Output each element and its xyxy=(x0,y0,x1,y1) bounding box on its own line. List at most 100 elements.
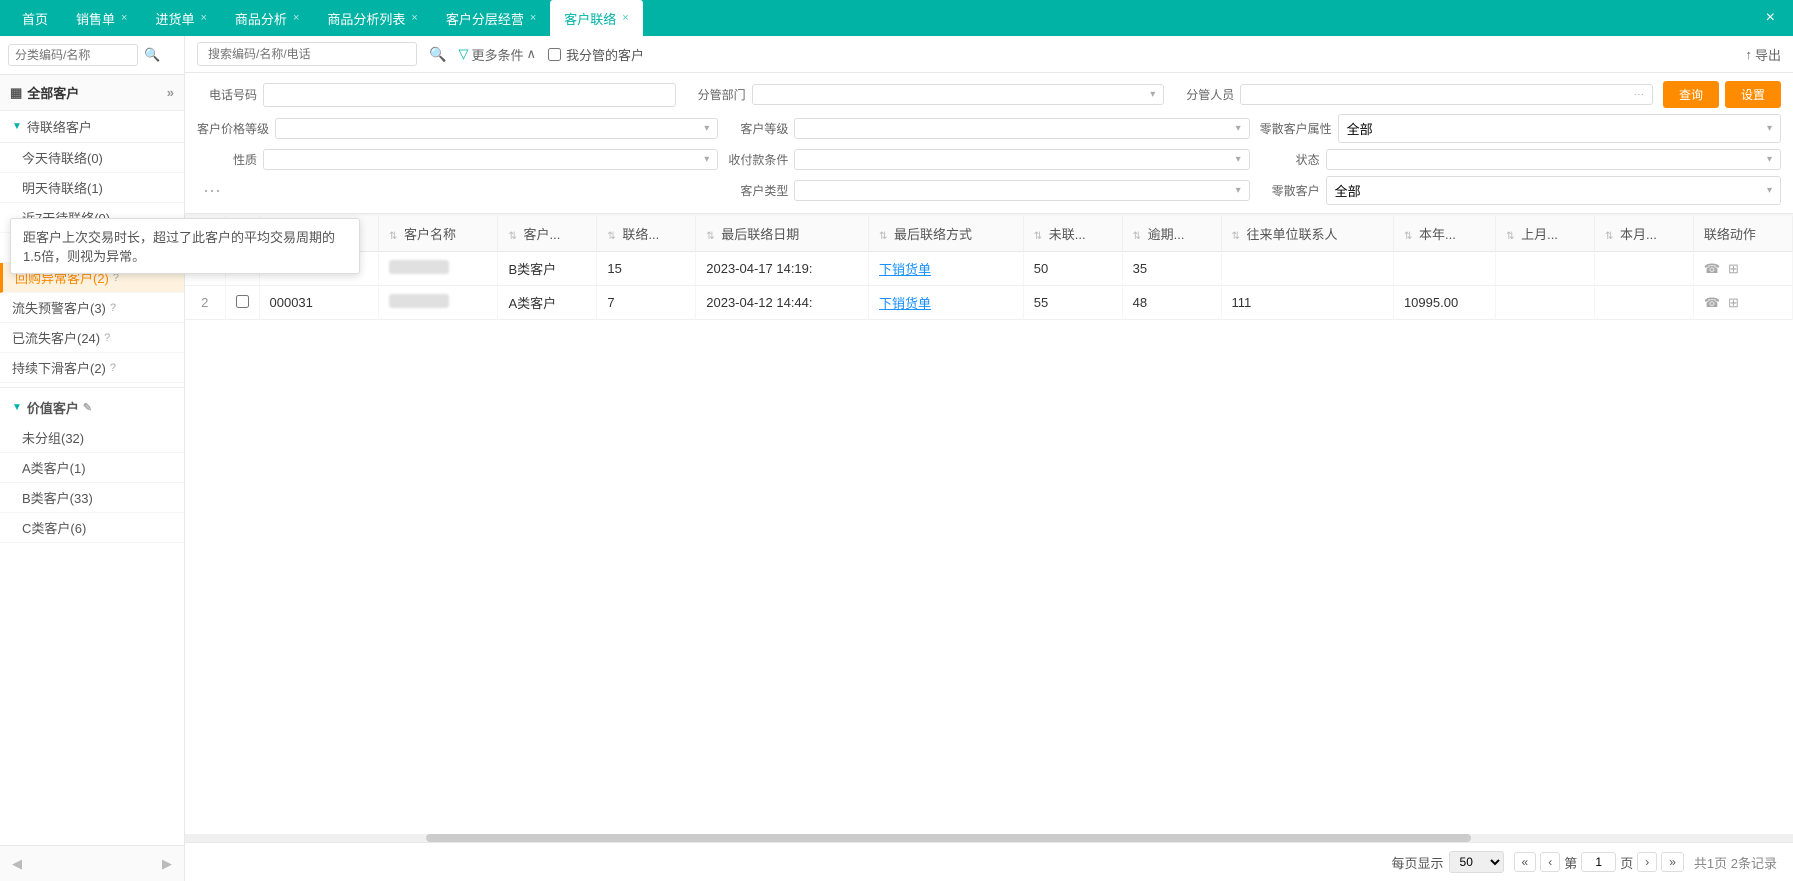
row-1-method-link[interactable]: 下销货单 xyxy=(879,262,931,277)
sidebar-all-customers-header[interactable]: ▦ 全部客户 » xyxy=(0,75,184,111)
nav-purchase-close[interactable]: × xyxy=(200,12,206,24)
row-2-select[interactable] xyxy=(236,295,249,308)
sidebar-item-a-class[interactable]: A类客户(1) xyxy=(0,453,184,483)
row-1-more-icon[interactable]: ⊞ xyxy=(1728,261,1739,277)
row-1-overdue: 35 xyxy=(1122,252,1221,286)
my-customers-checkbox[interactable] xyxy=(548,48,561,61)
col-unread[interactable]: 未联... xyxy=(1023,216,1122,252)
sidebar-item-ungrouped[interactable]: 未分组(32) xyxy=(0,423,184,453)
filter-phone-input[interactable] xyxy=(263,83,676,107)
sidebar-pending-header[interactable]: ▼ 待联络客户 xyxy=(0,111,184,143)
sidebar-prev-arrow[interactable]: ◀ xyxy=(8,856,26,872)
scrollbar-track[interactable] xyxy=(426,834,1471,842)
customer-table: ⚙ 客户编码 客户名称 客户... xyxy=(185,216,1793,320)
settings-button[interactable]: 设置 xyxy=(1725,81,1781,108)
sidebar-value-header[interactable]: ▼ 价值客户 ✎ xyxy=(0,392,184,423)
customer-type-chevron: ▾ xyxy=(1236,185,1241,196)
row-1-last-date: 2023-04-17 14:19: xyxy=(696,252,869,286)
sidebar-item-lost-preview[interactable]: 流失预警客户(3) ? xyxy=(0,293,184,323)
col-this-year[interactable]: 本年... xyxy=(1393,216,1495,252)
col-overdue[interactable]: 逾期... xyxy=(1122,216,1221,252)
col-this-month[interactable]: 本月... xyxy=(1594,216,1693,252)
filter-gender-dropdown[interactable]: ▾ xyxy=(263,149,718,170)
filter-price-level-dropdown[interactable]: ▾ xyxy=(275,118,718,139)
sidebar-search-input[interactable] xyxy=(8,44,138,66)
row-2-checkbox[interactable] xyxy=(225,286,259,320)
top-navigation: 首页 销售单 × 进货单 × 商品分析 × 商品分析列表 × 客户分层经营 × … xyxy=(0,0,1793,36)
more-conditions-button[interactable]: ▽ 更多条件 ∧ xyxy=(458,45,536,64)
sidebar-search-icon[interactable]: 🔍 xyxy=(144,47,160,63)
search-button[interactable]: 🔍 xyxy=(429,46,446,63)
next-page-button[interactable]: › xyxy=(1637,852,1657,872)
already-lost-hint-icon[interactable]: ? xyxy=(104,332,110,344)
search-input[interactable] xyxy=(197,42,417,66)
nav-sales-close[interactable]: × xyxy=(121,12,127,24)
nav-customer-contact[interactable]: 客户联络 × xyxy=(550,0,642,36)
sidebar-item-b-class[interactable]: B类客户(33) xyxy=(0,483,184,513)
row-2-more-icon[interactable]: ⊞ xyxy=(1728,295,1739,311)
sidebar-item-c-class[interactable]: C类客户(6) xyxy=(0,513,184,543)
row-2-overdue: 48 xyxy=(1122,286,1221,320)
nav-product-list-close[interactable]: × xyxy=(411,12,417,24)
nav-product-analysis-close[interactable]: × xyxy=(293,12,299,24)
filter-payment-dropdown[interactable]: ▾ xyxy=(794,149,1249,170)
filter-phone: 电话号码 xyxy=(197,83,676,107)
col-last-contact-method[interactable]: 最后联络方式 xyxy=(868,216,1023,252)
col-customer-type[interactable]: 客户... xyxy=(498,216,597,252)
table-row: 2 000031 A类客户 7 2023-04-12 14:44: 下销货单 5… xyxy=(185,286,1793,320)
filter-row-2: 客户价格等级 ▾ 客户等级 ▾ 零散客户属性 全部 xyxy=(197,114,1781,143)
filter-customer-level: 客户等级 ▾ xyxy=(728,118,1249,139)
nav-product-list[interactable]: 商品分析列表 × xyxy=(313,0,431,36)
sidebar-item-continue-decline[interactable]: 持续下滑客户(2) ? xyxy=(0,353,184,383)
row-2-call-icon[interactable]: ☎ xyxy=(1704,295,1720,311)
nav-customer-segment-close[interactable]: × xyxy=(530,12,536,24)
col-company-contact[interactable]: 往来单位联系人 xyxy=(1221,216,1393,252)
last-page-button[interactable]: » xyxy=(1661,852,1684,872)
sidebar-bottom-nav: ◀ ▶ xyxy=(0,845,184,881)
prev-page-button[interactable]: ‹ xyxy=(1540,852,1560,872)
row-2-method-link[interactable]: 下销货单 xyxy=(879,296,931,311)
filter-retail-customer-dropdown[interactable]: 全部 ▾ xyxy=(1326,176,1781,205)
filter-customer-level-dropdown[interactable]: ▾ xyxy=(794,118,1249,139)
col-customer-name[interactable]: 客户名称 xyxy=(378,216,497,252)
sidebar-edit-icon[interactable]: ✎ xyxy=(83,401,92,414)
filter-more-link[interactable]: ··· xyxy=(197,180,227,201)
row-1-last-method[interactable]: 下销货单 xyxy=(868,252,1023,286)
sidebar-item-tomorrow[interactable]: 明天待联络(1) xyxy=(0,173,184,203)
nav-customer-segment[interactable]: 客户分层经营 × xyxy=(432,0,550,36)
row-1-call-icon[interactable]: ☎ xyxy=(1704,261,1720,277)
sidebar-item-today[interactable]: 今天待联络(0) xyxy=(0,143,184,173)
current-page-input[interactable] xyxy=(1581,852,1616,872)
nav-home[interactable]: 首页 xyxy=(8,0,62,36)
filter-retail-attr-dropdown[interactable]: 全部 ▾ xyxy=(1338,114,1781,143)
filter-retail-customer-label: 零散客户 xyxy=(1260,182,1320,199)
col-contact-count[interactable]: 联络... xyxy=(597,216,696,252)
lost-preview-hint-icon[interactable]: ? xyxy=(110,302,116,314)
export-button[interactable]: ↑ 导出 xyxy=(1745,45,1781,64)
filter-status-dropdown[interactable]: ▾ xyxy=(1326,149,1781,170)
continue-decline-hint-icon[interactable]: ? xyxy=(110,362,116,374)
customer-level-chevron: ▾ xyxy=(1236,123,1241,134)
sidebar-item-already-lost[interactable]: 已流失客户(24) ? xyxy=(0,323,184,353)
row-2-last-method[interactable]: 下销货单 xyxy=(868,286,1023,320)
row-1-this-month xyxy=(1594,252,1693,286)
query-button[interactable]: 查询 xyxy=(1663,81,1719,108)
nav-sales[interactable]: 销售单 × xyxy=(62,0,141,36)
my-customers-checkbox-label[interactable]: 我分管的客户 xyxy=(548,45,644,64)
filter-branch-person-dropdown[interactable]: ··· xyxy=(1240,84,1653,105)
per-page-select[interactable]: 50 20 100 xyxy=(1449,851,1504,873)
col-last-contact-date[interactable]: 最后联络日期 xyxy=(696,216,869,252)
sidebar-collapse-btn[interactable]: » xyxy=(167,85,174,100)
col-last-month[interactable]: 上月... xyxy=(1496,216,1595,252)
sidebar-next-arrow[interactable]: ▶ xyxy=(158,856,176,872)
filter-customer-type-dropdown[interactable]: ▾ xyxy=(794,180,1249,201)
nav-purchase[interactable]: 进货单 × xyxy=(141,0,220,36)
filter-branch-dept-dropdown[interactable]: ▾ xyxy=(752,84,1165,105)
sidebar-search-area: 🔍 xyxy=(0,36,184,75)
nav-product-analysis[interactable]: 商品分析 × xyxy=(221,0,313,36)
nav-customer-contact-close[interactable]: × xyxy=(622,12,628,24)
per-page-selector: 每页显示 50 20 100 xyxy=(1392,851,1504,873)
window-close-button[interactable]: × xyxy=(1756,9,1785,27)
first-page-button[interactable]: « xyxy=(1514,852,1537,872)
horizontal-scrollbar[interactable] xyxy=(185,834,1793,842)
